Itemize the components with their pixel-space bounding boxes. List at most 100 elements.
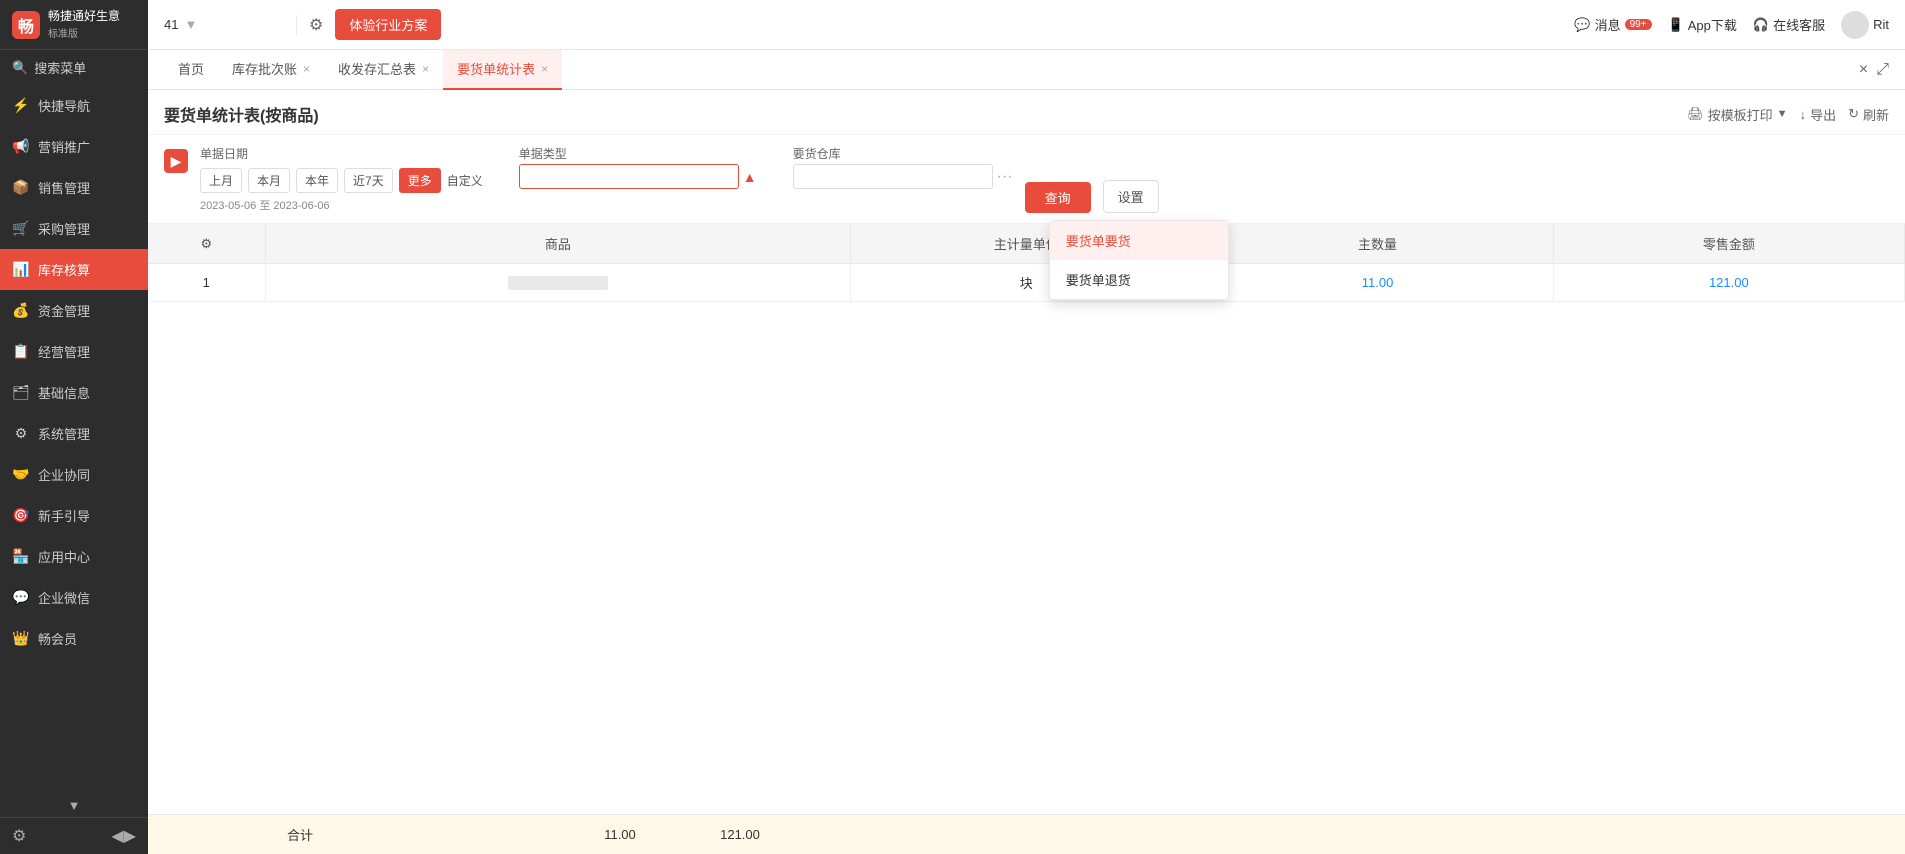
date-btn-more[interactable]: 更多 — [399, 168, 441, 193]
filter-type-label: 单据类型 — [519, 145, 757, 162]
sidebar-item-sales[interactable]: 📦 销售管理 — [0, 167, 148, 208]
sidebar-item-basic[interactable]: 🗂 基础信息 — [0, 372, 148, 413]
qty-link[interactable]: 11.00 — [1362, 275, 1394, 290]
user-avatar-btn[interactable]: Rit — [1841, 11, 1889, 39]
marketing-icon: 📢 — [12, 138, 30, 156]
filter-date-row: 上月 本月 本年 近7天 更多 自定义 — [200, 168, 483, 193]
sidebar-item-system[interactable]: ⚙ 系统管理 — [0, 413, 148, 454]
col-header-qty: 主数量 — [1202, 224, 1553, 264]
tab-inventory-batch[interactable]: 库存批次账 × — [218, 50, 324, 90]
sidebar: 畅 畅捷通好生意 标准版 🔍 搜索菜单 ⚡ 快捷导航 📢 营销推广 📦 销售管理… — [0, 0, 148, 854]
operation-icon: 📋 — [12, 343, 30, 361]
cell-seq: 1 — [148, 264, 265, 302]
sidebar-item-wechat[interactable]: 💬 企业微信 — [0, 577, 148, 618]
print-template-btn[interactable]: 🖨 按模板打印 ▼ — [1687, 105, 1787, 124]
member-icon: 👑 — [12, 630, 30, 648]
sidebar-item-label: 营销推广 — [38, 137, 90, 156]
finance-icon: 💰 — [12, 302, 30, 320]
sidebar-item-label: 企业微信 — [38, 588, 90, 607]
online-service-btn[interactable]: 🎧 在线客服 — [1753, 15, 1825, 34]
sidebar-scroll-down[interactable]: ▼ — [0, 794, 148, 817]
system-icon: ⚙ — [12, 425, 30, 443]
basic-icon: 🗂 — [12, 384, 30, 402]
sidebar-search-label: 搜索菜单 — [34, 58, 86, 77]
tab-requisition-summary-close[interactable]: × — [541, 62, 548, 76]
app-sub: 标准版 — [48, 25, 120, 40]
tab-close-all-btn[interactable]: × — [1859, 61, 1868, 79]
date-btn-last-7days[interactable]: 近7天 — [344, 168, 393, 193]
filter-type-arrow-icon[interactable]: ▲ — [743, 169, 757, 185]
dropdown-item-return[interactable]: 要货单退货 — [1050, 260, 1228, 299]
cell-amount: 121.00 — [1553, 264, 1904, 302]
tab-requisition-summary[interactable]: 要货单统计表 × — [443, 50, 562, 90]
user-name: Rit — [1873, 17, 1889, 32]
wechat-icon: 💬 — [12, 589, 30, 607]
search-icon: 🔍 — [12, 60, 28, 76]
message-icon: 💬 — [1574, 17, 1590, 33]
purchase-icon: 🛒 — [12, 220, 30, 238]
message-btn[interactable]: 💬 消息 99+ — [1574, 15, 1651, 34]
date-btn-this-month[interactable]: 本月 — [248, 168, 290, 193]
tab-inventory-batch-close[interactable]: × — [303, 62, 310, 76]
tab-expand-btn[interactable]: ⤢ — [1876, 61, 1889, 79]
sidebar-item-label: 经营管理 — [38, 342, 90, 361]
col-header-settings[interactable]: ⚙ — [148, 224, 265, 264]
avatar — [1841, 11, 1869, 39]
topbar: 41 ▼ ⚙ 体验行业方案 💬 消息 99+ 📱 App下载 🎧 在线客服 Ri… — [148, 0, 1905, 50]
sidebar-item-enterprise[interactable]: 🤝 企业协同 — [0, 454, 148, 495]
filter-warehouse-input[interactable] — [793, 164, 993, 189]
table-body: 1 块 11.00 121.00 — [148, 264, 1905, 302]
export-icon: ↓ — [1800, 107, 1807, 122]
app-download-btn[interactable]: 📱 App下载 — [1668, 15, 1737, 34]
tab-receipt-summary-close[interactable]: × — [422, 62, 429, 76]
sidebar-item-member[interactable]: 👑 畅会员 — [0, 618, 148, 659]
date-btn-this-year[interactable]: 本年 — [296, 168, 338, 193]
sidebar-item-finance[interactable]: 💰 资金管理 — [0, 290, 148, 331]
filter-settings-button[interactable]: 设置 — [1103, 180, 1159, 213]
app-icon: 📱 — [1668, 17, 1684, 33]
export-btn[interactable]: ↓ 导出 — [1800, 105, 1837, 124]
tab-home[interactable]: 首页 — [164, 50, 218, 90]
filter-more-icon[interactable]: ··· — [997, 168, 1013, 186]
settings-icon[interactable]: ⚙ — [12, 826, 26, 846]
store-selector[interactable]: 41 ▼ — [164, 17, 284, 32]
filter-type-input[interactable] — [519, 164, 739, 189]
report-table: ⚙ 商品 主计量单位 主数量 零售金额 1 — [148, 224, 1905, 302]
dropdown-item-requisition[interactable]: 要货单要货 — [1050, 221, 1228, 260]
footer-qty: 11.00 — [560, 827, 680, 842]
message-badge: 99+ — [1625, 19, 1652, 30]
type-dropdown-menu: 要货单要货 要货单退货 — [1049, 220, 1229, 300]
tab-receipt-summary-label: 收发存汇总表 — [338, 59, 416, 78]
print-template-label: 按模板打印 — [1708, 105, 1773, 124]
col-header-product: 商品 — [265, 224, 851, 264]
tabs-actions: × ⤢ — [1859, 61, 1889, 79]
sidebar-item-quick-nav[interactable]: ⚡ 快捷导航 — [0, 85, 148, 126]
sidebar-item-label: 应用中心 — [38, 547, 90, 566]
date-btn-last-month[interactable]: 上月 — [200, 168, 242, 193]
headset-icon: 🎧 — [1753, 17, 1769, 33]
sidebar-search[interactable]: 🔍 搜索菜单 — [0, 50, 148, 85]
online-service-label: 在线客服 — [1773, 15, 1825, 34]
sidebar-item-operation[interactable]: 📋 经营管理 — [0, 331, 148, 372]
sidebar-item-label: 快捷导航 — [38, 96, 90, 115]
sidebar-item-appstore[interactable]: 🏪 应用中心 — [0, 536, 148, 577]
sidebar-item-guide[interactable]: 🎯 新手引导 — [0, 495, 148, 536]
sidebar-item-marketing[interactable]: 📢 营销推广 — [0, 126, 148, 167]
collapse-icon[interactable]: ◀▶ — [111, 826, 136, 846]
tab-receipt-summary[interactable]: 收发存汇总表 × — [324, 50, 443, 90]
footer-amount: 121.00 — [680, 827, 800, 842]
table-header-row: ⚙ 商品 主计量单位 主数量 零售金额 — [148, 224, 1905, 264]
page-content: 要货单统计表(按商品) 🖨 按模板打印 ▼ ↓ 导出 ↻ 刷新 — [148, 90, 1905, 854]
topbar-settings-icon[interactable]: ⚙ — [309, 15, 323, 35]
filter-expand-button[interactable]: ▶ — [164, 149, 188, 173]
refresh-btn[interactable]: ↻ 刷新 — [1848, 105, 1889, 124]
amount-link[interactable]: 121.00 — [1709, 275, 1749, 290]
sidebar-item-purchase[interactable]: 🛒 采购管理 — [0, 208, 148, 249]
sidebar-item-label: 基础信息 — [38, 383, 90, 402]
sidebar-item-inventory[interactable]: 📊 库存核算 — [0, 249, 148, 290]
app-title: 畅捷通好生意 — [48, 9, 120, 25]
product-placeholder — [508, 276, 608, 290]
trial-button[interactable]: 体验行业方案 — [335, 9, 441, 40]
query-button[interactable]: 查询 — [1025, 182, 1091, 213]
date-custom-btn[interactable]: 自定义 — [447, 172, 483, 189]
